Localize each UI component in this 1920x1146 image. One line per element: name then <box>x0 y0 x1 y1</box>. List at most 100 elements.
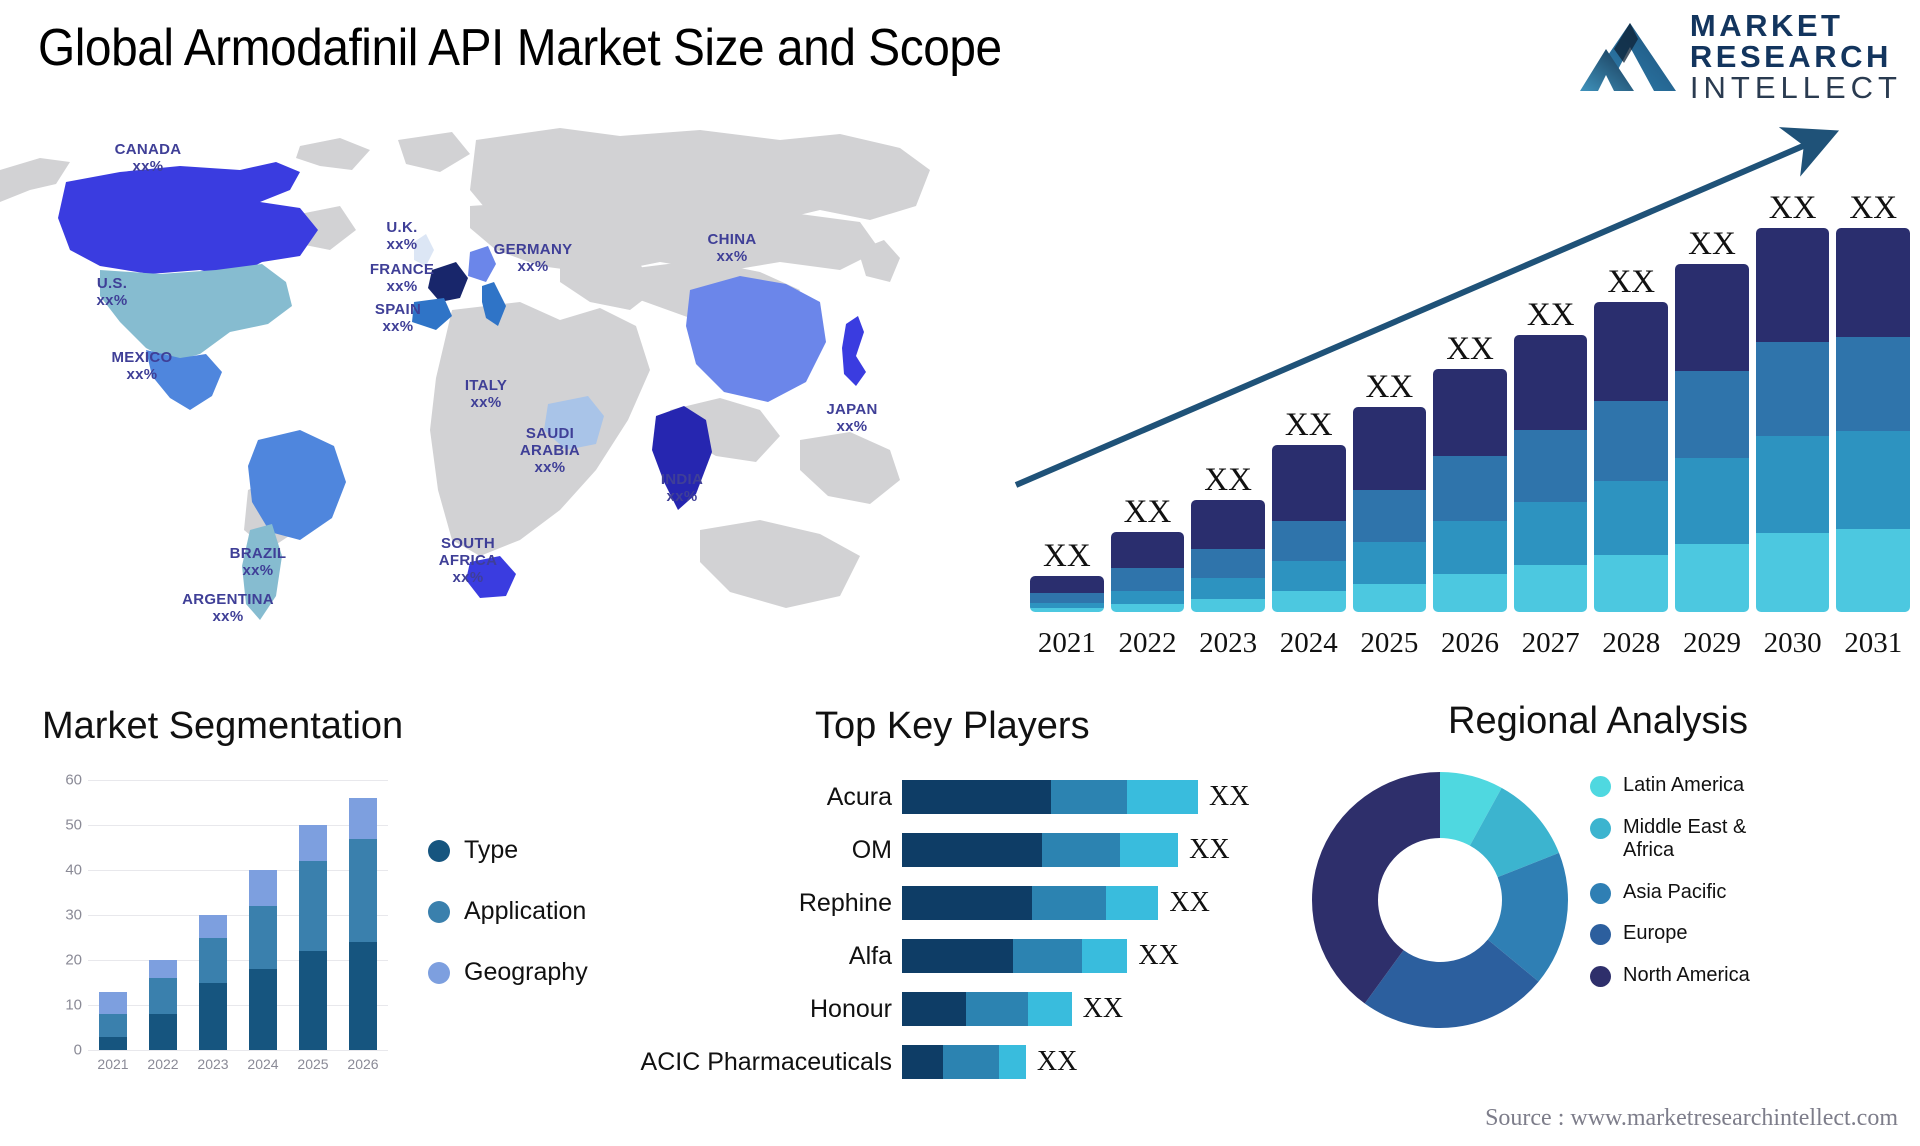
segmentation-segment-type <box>149 1014 177 1050</box>
segmentation-bar-2021 <box>88 780 138 1050</box>
segmentation-segment-application <box>99 1014 127 1037</box>
top-key-players-panel: Acura XX OM XX Rephine XX Alfa XX Honour XX ACIC P… <box>640 780 1300 1110</box>
forecast-year-label: 2023 <box>1199 627 1258 659</box>
player-bar-segment-2-medium-blue <box>942 1045 999 1079</box>
segmentation-segment-geography <box>199 915 227 938</box>
forecast-bars-row: XX XX XX XX XX XX XX XX XX XX XX <box>1030 190 1911 612</box>
forecast-bar-segment-2-steel-blue <box>1352 490 1427 542</box>
legend-item-application[interactable]: Application <box>428 897 588 926</box>
forecast-bar-segment-4-light-cyan <box>1271 591 1346 612</box>
forecast-bar-segment-3-medium-cyan <box>1110 591 1185 605</box>
segmentation-bar-2026 <box>338 780 388 1050</box>
player-value-label: XX <box>1082 993 1124 1024</box>
player-bar-segment-3-light-cyan <box>1028 992 1072 1026</box>
regional-legend-item[interactable]: North America <box>1590 964 1783 988</box>
player-name-label: Rephine <box>798 888 892 917</box>
y-axis-tick: 20 <box>65 951 82 969</box>
forecast-bar <box>1755 228 1830 612</box>
player-bar-segment-2-medium-blue <box>1041 833 1120 867</box>
player-bar <box>902 992 1072 1026</box>
segmentation-bar-2022 <box>138 780 188 1050</box>
regional-donut-chart <box>1312 772 1568 1028</box>
player-name-label: Acura <box>826 782 892 811</box>
regional-legend-item[interactable]: Europe <box>1590 922 1783 946</box>
segmentation-bar <box>149 960 177 1050</box>
forecast-bar-segment-3-medium-cyan <box>1433 520 1507 574</box>
forecast-bar-2023: XX <box>1191 192 1265 612</box>
forecast-bar-segment-4-light-cyan <box>1836 528 1911 612</box>
map-label-south-africa: SOUTH AFRICA xx% <box>438 535 498 586</box>
player-row: ACIC Pharmaceuticals XX <box>640 1045 1300 1079</box>
legend-color-dot-icon <box>1590 776 1611 797</box>
forecast-bar-segment-1-dark-navy <box>1755 228 1830 342</box>
legend-label: Application <box>464 897 587 925</box>
forecast-bar-value-label: XX <box>1688 226 1736 263</box>
map-country-united-states <box>100 264 292 362</box>
regional-analysis-panel: Latin America Middle East & Africa Asia Pa… <box>1300 760 1900 1080</box>
segmentation-segment-geography <box>149 960 177 978</box>
logo-line-research: RESEARCH <box>1689 38 1892 74</box>
regional-legend-item[interactable]: Asia Pacific <box>1590 881 1783 905</box>
map-label-us: U.S. xx% <box>96 275 128 309</box>
forecast-bar-segment-1-dark-navy <box>1675 264 1749 371</box>
segmentation-segment-type <box>349 942 377 1050</box>
forecast-bar-segment-3-medium-cyan <box>1675 458 1749 544</box>
player-row: Acura XX <box>640 780 1300 814</box>
forecast-bar-segment-1-dark-navy <box>1352 406 1427 491</box>
forecast-year-label: 2031 <box>1844 627 1903 659</box>
regional-legend-item[interactable]: Middle East & Africa <box>1590 816 1783 863</box>
legend-color-dot-icon <box>428 961 450 984</box>
segmentation-segment-application <box>249 906 277 969</box>
forecast-bar-segment-1-dark-navy <box>1271 444 1346 521</box>
forecast-bar-segment-4-light-cyan <box>1594 554 1669 612</box>
regional-legend-label: North America <box>1623 963 1750 986</box>
legend-color-dot-icon <box>428 900 450 923</box>
player-bar-segment-3-light-cyan <box>1127 780 1198 814</box>
regional-legend-label: Europe <box>1623 922 1688 945</box>
forecast-bar <box>1271 444 1346 612</box>
forecast-bar-segment-3-medium-cyan <box>1191 577 1265 599</box>
forecast-bar-value-label: XX <box>1849 190 1898 226</box>
forecast-bar-segment-4-light-cyan <box>1110 604 1185 612</box>
forecast-year-label: 2029 <box>1682 627 1741 659</box>
segmentation-bar <box>199 915 227 1050</box>
player-bar-segment-1-dark-navy <box>902 886 1033 920</box>
forecast-bar-value-label: XX <box>1123 494 1172 531</box>
forecast-bar-segment-3-medium-cyan <box>1513 501 1588 565</box>
forecast-bar-segment-3-medium-cyan <box>1594 480 1669 555</box>
regional-legend: Latin America Middle East & Africa Asia Pa… <box>1590 774 1783 988</box>
forecast-bar-segment-4-light-cyan <box>1755 532 1830 612</box>
segmentation-bar <box>349 798 377 1050</box>
regional-analysis-title: Regional Analysis <box>1448 700 1748 742</box>
forecast-bar-segment-2-steel-blue <box>1191 549 1265 578</box>
player-name-label: Alfa <box>848 941 892 970</box>
map-label-india: INDIA xx% <box>660 471 704 505</box>
player-bar-segment-1-dark-navy <box>902 1045 943 1079</box>
forecast-bar-segment-2-steel-blue <box>1030 593 1104 603</box>
forecast-bar <box>1030 575 1104 612</box>
legend-item-type[interactable]: Type <box>428 836 588 865</box>
forecast-bar-segment-3-medium-cyan <box>1271 560 1346 592</box>
forecast-bar <box>1110 532 1185 612</box>
logo-line-market: MARKET <box>1689 7 1844 43</box>
forecast-bar-segment-1-dark-navy <box>1191 499 1265 550</box>
legend-label: Type <box>464 836 519 864</box>
player-bar <box>902 886 1159 920</box>
forecast-bar-segment-1-dark-navy <box>1110 532 1185 569</box>
logo-line-intellect: INTELLECT <box>1689 69 1902 105</box>
forecast-bar-2027: XX <box>1513 192 1588 612</box>
segmentation-x-label: 2021 <box>97 1056 129 1072</box>
market-segmentation-panel: 0 10 20 30 40 50 60 2021 2022 2023 2024 2025 2026 T… <box>30 768 587 1128</box>
forecast-bar-segment-2-steel-blue <box>1675 370 1749 459</box>
player-bar-segment-2-medium-blue <box>1050 780 1128 814</box>
regional-legend-item[interactable]: Latin America <box>1590 774 1783 798</box>
legend-item-geography[interactable]: Geography <box>428 958 588 987</box>
forecast-bar-segment-4-light-cyan <box>1513 564 1588 612</box>
player-name-label: Honour <box>810 994 892 1023</box>
forecast-year-label: 2022 <box>1118 627 1177 659</box>
forecast-year-label: 2028 <box>1602 627 1661 659</box>
forecast-bar-value-label: XX <box>1204 461 1252 498</box>
header: Global Armodafinil API Market Size and S… <box>0 0 1920 120</box>
player-bar-segment-3-light-cyan <box>998 1045 1026 1079</box>
segmentation-segment-geography <box>249 870 277 906</box>
